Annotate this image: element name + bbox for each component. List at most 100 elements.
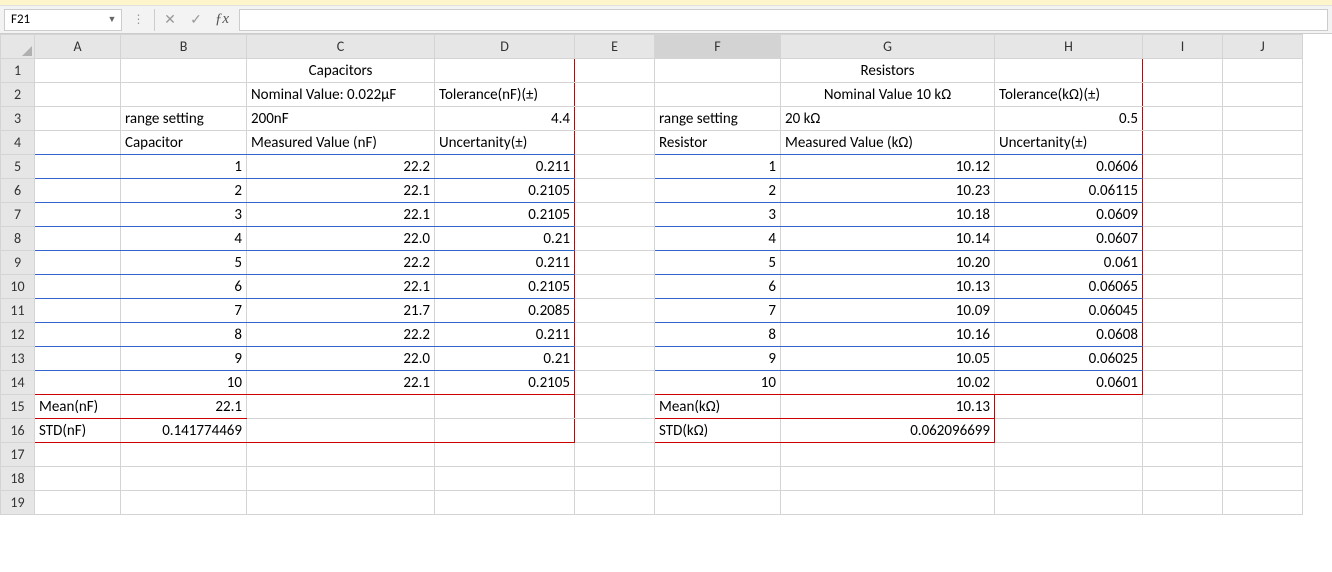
cell[interactable]: 10.09 [781, 299, 995, 323]
row-header[interactable]: 6 [1, 179, 35, 203]
cell[interactable]: 0.2105 [435, 179, 575, 203]
cell[interactable] [1223, 203, 1303, 227]
cell[interactable]: 5 [655, 251, 781, 275]
cell[interactable] [1143, 107, 1223, 131]
cell[interactable] [1143, 467, 1223, 491]
cell[interactable]: STD(kΩ) [655, 419, 781, 443]
cell[interactable] [35, 347, 121, 371]
cell[interactable]: 22.2 [247, 155, 435, 179]
cell[interactable]: 8 [655, 323, 781, 347]
cell[interactable]: 0.5 [995, 107, 1143, 131]
cell[interactable] [995, 395, 1143, 419]
fx-icon[interactable]: ƒx [209, 9, 235, 31]
enter-icon[interactable]: ✓ [183, 9, 209, 31]
cell[interactable] [1143, 275, 1223, 299]
cell[interactable]: 7 [121, 299, 247, 323]
cell[interactable]: Resistor [655, 131, 781, 155]
cell[interactable]: Capacitors [247, 59, 435, 83]
cell[interactable]: 5 [121, 251, 247, 275]
cell[interactable]: Mean(kΩ) [655, 395, 781, 419]
cell[interactable] [1143, 443, 1223, 467]
cell[interactable]: 10.16 [781, 323, 995, 347]
cell[interactable]: 0.211 [435, 251, 575, 275]
cell[interactable] [1223, 107, 1303, 131]
row-header[interactable]: 1 [1, 59, 35, 83]
cell[interactable] [575, 323, 655, 347]
cell[interactable] [35, 83, 121, 107]
cell[interactable]: 10.12 [781, 155, 995, 179]
cell[interactable] [35, 491, 121, 515]
cell[interactable]: 10.18 [781, 203, 995, 227]
cancel-icon[interactable]: ✕ [157, 9, 183, 31]
cell[interactable]: 4 [121, 227, 247, 251]
cell[interactable] [1223, 83, 1303, 107]
cell[interactable]: 0.0606 [995, 155, 1143, 179]
cell[interactable] [35, 59, 121, 83]
cell[interactable]: 0.0608 [995, 323, 1143, 347]
cell[interactable] [1143, 155, 1223, 179]
cell[interactable] [435, 491, 575, 515]
cell[interactable] [575, 299, 655, 323]
cell[interactable] [1143, 419, 1223, 443]
cell[interactable]: 0.21 [435, 347, 575, 371]
cell[interactable]: 4 [655, 227, 781, 251]
cell[interactable]: 0.2085 [435, 299, 575, 323]
row-header[interactable]: 4 [1, 131, 35, 155]
cell[interactable] [35, 107, 121, 131]
cell[interactable]: 10.13 [781, 275, 995, 299]
cell[interactable] [1143, 371, 1223, 395]
name-box[interactable] [5, 10, 105, 30]
col-header-A[interactable]: A [35, 35, 121, 59]
cell[interactable]: 0.2105 [435, 203, 575, 227]
cell[interactable]: Measured Value (nF) [247, 131, 435, 155]
cell[interactable]: 1 [121, 155, 247, 179]
cell[interactable] [435, 395, 575, 419]
cell[interactable]: 0.0607 [995, 227, 1143, 251]
cell[interactable]: 10 [121, 371, 247, 395]
cell[interactable] [1223, 347, 1303, 371]
cell[interactable] [1143, 299, 1223, 323]
cell[interactable] [1143, 251, 1223, 275]
cell[interactable] [575, 179, 655, 203]
row-header[interactable]: 9 [1, 251, 35, 275]
cell[interactable] [1223, 251, 1303, 275]
cell[interactable] [575, 395, 655, 419]
cell[interactable]: 200nF [247, 107, 435, 131]
cell[interactable]: 22.1 [121, 395, 247, 419]
cell[interactable]: 0.06065 [995, 275, 1143, 299]
select-all-corner[interactable] [1, 35, 35, 59]
cell[interactable]: STD(nF) [35, 419, 121, 443]
cell[interactable] [575, 83, 655, 107]
cell[interactable]: 0.06045 [995, 299, 1143, 323]
cell[interactable] [1223, 467, 1303, 491]
cell[interactable] [575, 155, 655, 179]
cell[interactable] [35, 251, 121, 275]
cell[interactable]: 2 [655, 179, 781, 203]
cell[interactable]: 22.1 [247, 203, 435, 227]
cell[interactable] [575, 347, 655, 371]
cell[interactable]: 0.0609 [995, 203, 1143, 227]
cell[interactable] [995, 443, 1143, 467]
cell[interactable]: 0.211 [435, 155, 575, 179]
cell[interactable] [1223, 323, 1303, 347]
row-header[interactable]: 16 [1, 419, 35, 443]
cell[interactable] [1223, 395, 1303, 419]
col-header-D[interactable]: D [435, 35, 575, 59]
cell[interactable]: Nominal Value: 0.022µF [247, 83, 435, 107]
cell[interactable] [435, 419, 575, 443]
cell[interactable]: 22.2 [247, 323, 435, 347]
cell[interactable]: 0.0601 [995, 371, 1143, 395]
formula-input[interactable] [239, 9, 1328, 31]
cell[interactable]: 22.1 [247, 275, 435, 299]
cell[interactable]: 0.211 [435, 323, 575, 347]
cell[interactable] [575, 443, 655, 467]
cell[interactable]: 0.06025 [995, 347, 1143, 371]
cell[interactable] [655, 491, 781, 515]
cell[interactable] [435, 443, 575, 467]
cell[interactable] [1223, 275, 1303, 299]
cell[interactable]: 0.06115 [995, 179, 1143, 203]
cell[interactable]: Tolerance(nF)(±) [435, 83, 575, 107]
row-header[interactable]: 7 [1, 203, 35, 227]
cell[interactable]: 10 [655, 371, 781, 395]
cell[interactable] [35, 227, 121, 251]
